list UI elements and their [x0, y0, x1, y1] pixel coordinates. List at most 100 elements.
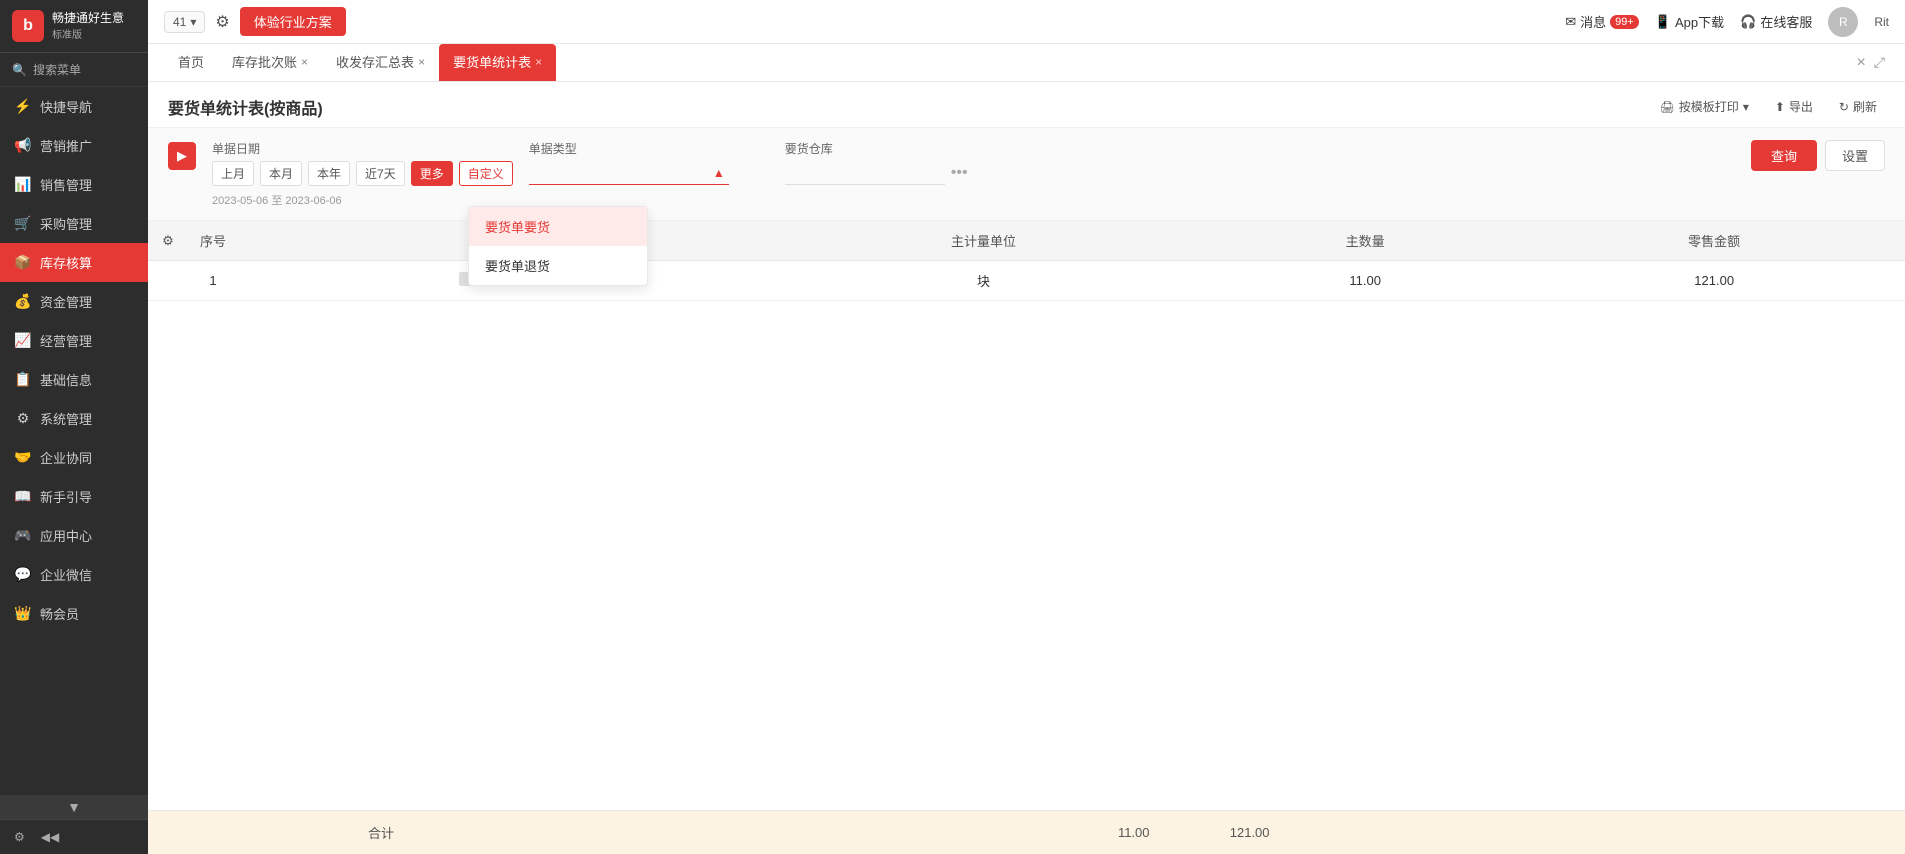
- sidebar-item-operations[interactable]: 📈 经营管理: [0, 321, 148, 360]
- messages-badge: 99+: [1610, 15, 1639, 29]
- refresh-btn[interactable]: ↻ 刷新: [1831, 94, 1885, 119]
- logo-icon: b: [12, 10, 44, 42]
- tabs-close-all-btn[interactable]: ×: [1852, 50, 1869, 76]
- total-qty-label: 11.00: [1030, 825, 1150, 840]
- guide-label: 新手引导: [40, 487, 92, 506]
- date-btn-this-year[interactable]: 本年: [308, 161, 350, 186]
- tab-home[interactable]: 首页: [164, 44, 218, 81]
- date-btn-last-month[interactable]: 上月: [212, 161, 254, 186]
- topbar-right: ✉ 消息 99+ 📱 App下载 🎧 在线客服 R Rit: [1565, 7, 1889, 37]
- sidebar-item-inventory[interactable]: 📦 库存核算: [0, 243, 148, 282]
- date-btn-this-month[interactable]: 本月: [260, 161, 302, 186]
- tab-receive-send-summary-close[interactable]: ×: [418, 55, 425, 69]
- date-btn-last-7-days[interactable]: 近7天: [356, 161, 405, 186]
- sidebar-item-finance[interactable]: 💰 资金管理: [0, 282, 148, 321]
- print-icon: 🖨: [1660, 100, 1675, 114]
- trial-btn[interactable]: 体验行业方案: [240, 7, 346, 36]
- topbar-left: 41 ▾ ⚙ 体验行业方案: [164, 7, 346, 36]
- total-amount-label: 121.00: [1170, 825, 1270, 840]
- messages-btn[interactable]: ✉ 消息 99+: [1565, 12, 1639, 31]
- row-amount-cell: 121.00: [1523, 261, 1905, 301]
- user-name: Rit: [1874, 15, 1889, 29]
- export-btn[interactable]: ⬆ 导出: [1767, 94, 1821, 119]
- filter-bar: ▶ 单据日期 上月 本月 本年 近7天 更多 自定义 2023-05-06 至 …: [148, 128, 1905, 221]
- filter-expand-btn[interactable]: ▶: [168, 142, 196, 170]
- sidebar-item-base-info[interactable]: 📋 基础信息: [0, 360, 148, 399]
- message-icon: ✉: [1565, 14, 1576, 30]
- filter-settings-btn[interactable]: 设置: [1825, 140, 1885, 171]
- data-table: ⚙ 序号 商品 主计量单位 主数: [148, 221, 1905, 301]
- col-unit-header: 主计量单位: [760, 221, 1207, 261]
- sidebar-collapse-btn[interactable]: ◀◀: [41, 830, 59, 844]
- tab-receive-send-summary-label: 收发存汇总表: [336, 52, 414, 71]
- col-amount-header: 零售金额: [1523, 221, 1905, 261]
- tab-inventory-batch-close[interactable]: ×: [301, 55, 308, 69]
- refresh-icon: ↻: [1839, 100, 1849, 114]
- total-row: 合计 11.00 121.00: [148, 810, 1905, 854]
- settings-icon-btn[interactable]: ⚙: [215, 12, 229, 32]
- sidebar-item-vip[interactable]: 👑 畅会员: [0, 594, 148, 633]
- sidebar-item-enterprise[interactable]: 🤝 企业协同: [0, 438, 148, 477]
- tab-order-stats-close[interactable]: ×: [535, 55, 542, 69]
- page-title: 要货单统计表(按商品): [168, 95, 323, 119]
- search-menu-item[interactable]: 🔍 搜索菜单: [0, 53, 148, 87]
- page-container: 要货单统计表(按商品) 🖨 按模板打印 ▾ ⬆ 导出 ↻ 刷新: [148, 82, 1905, 854]
- total-label: 合计: [368, 823, 394, 842]
- content-area: 要货单统计表(按商品) 🖨 按模板打印 ▾ ⬆ 导出 ↻ 刷新: [148, 82, 1905, 854]
- table-wrap: ⚙ 序号 商品 主计量单位 主数: [148, 221, 1905, 301]
- date-filter-group: 单据日期 上月 本月 本年 近7天 更多 自定义 2023-05-06 至 20…: [212, 140, 513, 208]
- inventory-label: 库存核算: [40, 253, 92, 272]
- sidebar-item-purchase[interactable]: 🛒 采购管理: [0, 204, 148, 243]
- tab-order-stats[interactable]: 要货单统计表 ×: [439, 44, 556, 81]
- app-center-icon: 🎮: [14, 527, 32, 544]
- sidebar-item-app-center[interactable]: 🎮 应用中心: [0, 516, 148, 555]
- tabs-bar: 首页 库存批次账 × 收发存汇总表 × 要货单统计表 × × ⤢: [148, 44, 1905, 82]
- enterprise-label: 企业协同: [40, 448, 92, 467]
- sidebar-scroll-down[interactable]: ▼: [0, 795, 148, 819]
- table-empty-space: [148, 301, 1905, 641]
- system-label: 系统管理: [40, 409, 92, 428]
- sidebar-settings-btn[interactable]: ⚙: [14, 830, 25, 844]
- marketing-label: 营销推广: [40, 136, 92, 155]
- tab-receive-send-summary[interactable]: 收发存汇总表 ×: [322, 44, 439, 81]
- type-dropdown-toggle[interactable]: ▲: [713, 166, 725, 180]
- store-selector[interactable]: 41 ▾: [164, 11, 205, 33]
- avatar[interactable]: R: [1828, 7, 1858, 37]
- vip-icon: 👑: [14, 605, 32, 622]
- search-icon: 🔍: [12, 63, 27, 77]
- service-icon: 🎧: [1740, 14, 1756, 30]
- type-filter-input[interactable]: [529, 161, 729, 185]
- app-download-btn[interactable]: 📱 App下载: [1655, 12, 1724, 31]
- warehouse-filter-input[interactable]: [785, 161, 945, 185]
- online-service-btn[interactable]: 🎧 在线客服: [1740, 12, 1812, 31]
- row-settings-cell: [148, 261, 188, 301]
- enterprise-icon: 🤝: [14, 449, 32, 466]
- date-btn-custom[interactable]: 自定义: [459, 161, 513, 186]
- tabs-maximize-btn[interactable]: ⤢: [1870, 50, 1889, 75]
- date-btn-more[interactable]: 更多: [411, 161, 453, 186]
- sidebar-item-sales[interactable]: 📊 销售管理: [0, 165, 148, 204]
- query-btn[interactable]: 查询: [1751, 140, 1817, 171]
- print-btn[interactable]: 🖨 按模板打印 ▾: [1652, 94, 1757, 119]
- store-number: 41: [173, 15, 186, 29]
- type-filter-group: 单据类型 ▲: [529, 140, 729, 185]
- sidebar-item-guide[interactable]: 📖 新手引导: [0, 477, 148, 516]
- tab-inventory-batch[interactable]: 库存批次账 ×: [218, 44, 322, 81]
- expand-icon: ▶: [177, 148, 187, 164]
- type-filter-label: 单据类型: [529, 140, 729, 157]
- finance-icon: 💰: [14, 293, 32, 310]
- row-qty-cell: 11.00: [1207, 261, 1523, 301]
- warehouse-more-btn[interactable]: •••: [951, 164, 968, 182]
- sidebar-item-wechat[interactable]: 💬 企业微信: [0, 555, 148, 594]
- col-settings-header[interactable]: ⚙: [148, 221, 188, 261]
- sidebar-item-quick-nav[interactable]: ⚡ 快捷导航: [0, 87, 148, 126]
- dropdown-item-order-return[interactable]: 要货单退货: [469, 246, 647, 285]
- topbar: 41 ▾ ⚙ 体验行业方案 ✉ 消息 99+ 📱 App下载 🎧 在线客服 R: [148, 0, 1905, 44]
- operations-icon: 📈: [14, 332, 32, 349]
- warehouse-input-wrap: •••: [785, 161, 968, 185]
- app-center-label: 应用中心: [40, 526, 92, 545]
- finance-label: 资金管理: [40, 292, 92, 311]
- sidebar-item-marketing[interactable]: 📢 营销推广: [0, 126, 148, 165]
- dropdown-item-order-goods[interactable]: 要货单要货: [469, 207, 647, 246]
- sidebar-item-system[interactable]: ⚙ 系统管理: [0, 399, 148, 438]
